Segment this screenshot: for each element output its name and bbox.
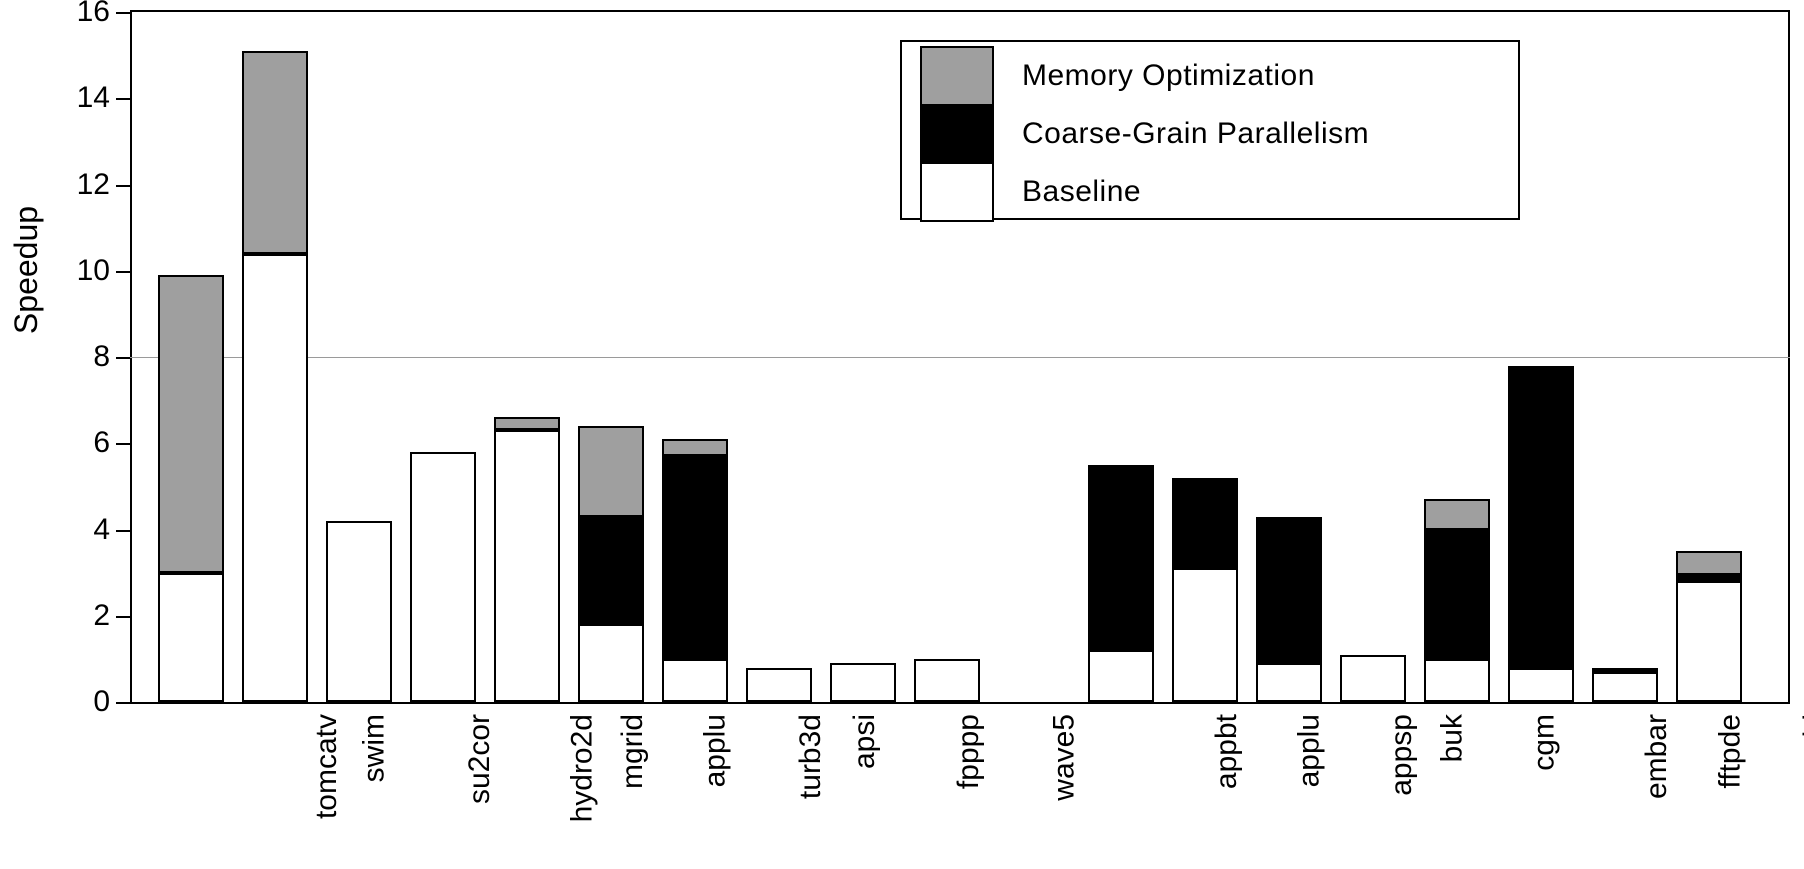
bar-segment-baseline [1340, 655, 1406, 702]
legend-row-baseline: Baseline [902, 162, 1518, 222]
x-category-label: applu [1292, 714, 1326, 787]
bar-segment-mem [1424, 499, 1490, 529]
x-category-label: fftpde [1714, 714, 1748, 789]
bar-segment-coarse [1424, 530, 1490, 659]
legend-label-baseline: Baseline [1022, 175, 1141, 209]
bar-segment-coarse [1172, 478, 1238, 569]
bar-segment-baseline [158, 573, 224, 702]
bar-segment-baseline [662, 659, 728, 702]
legend-swatch-mem [920, 46, 994, 106]
x-category-label: buk [1435, 714, 1469, 762]
bar-segment-baseline [1088, 650, 1154, 702]
legend-row-coarse: Coarse-Grain Parallelism [902, 104, 1518, 164]
axis-bottom-line [130, 702, 1790, 704]
bar-segment-baseline [1424, 659, 1490, 702]
bar-segment-baseline [1256, 663, 1322, 702]
x-category-label: fpppp [952, 714, 986, 789]
bar-segment-baseline [494, 430, 560, 702]
y-tick [116, 530, 130, 532]
y-tick-label: 4 [50, 513, 110, 547]
y-tick [116, 443, 130, 445]
bar-segment-baseline [326, 521, 392, 702]
bar-segment-baseline [1592, 672, 1658, 702]
x-category-label: tomcatv [310, 714, 344, 819]
bar-segment-mem [1676, 551, 1742, 575]
bar-segment-coarse [1256, 517, 1322, 664]
x-category-label: mgrid [1798, 714, 1804, 789]
bar-segment-baseline [1172, 568, 1238, 702]
x-category-label: embar [1640, 714, 1674, 799]
legend-swatch-baseline [920, 162, 994, 222]
y-tick-label: 0 [50, 685, 110, 719]
stacked-bar-chart: Speedup 0 2 4 6 8 10 12 14 16 tomcatv swim su2cor h… [0, 0, 1804, 869]
bar-segment-coarse [662, 456, 728, 659]
bar-segment-baseline [578, 624, 644, 702]
bar-segment-mem [158, 275, 224, 573]
y-tick-label: 8 [50, 340, 110, 374]
bar-segment-mem [578, 426, 644, 517]
bar-segment-baseline [746, 668, 812, 703]
bar-segment-baseline [242, 254, 308, 703]
bar-segment-mem [242, 51, 308, 254]
bar-segment-mem [662, 439, 728, 456]
y-axis-label: Speedup [8, 206, 45, 334]
y-tick-label: 14 [50, 81, 110, 115]
bar-segment-coarse [1676, 575, 1742, 581]
y-tick [116, 12, 130, 14]
bar-segment-baseline [914, 659, 980, 702]
y-tick [116, 185, 130, 187]
bar-segment-coarse [1088, 469, 1154, 650]
x-category-label: appsp [1385, 714, 1419, 796]
y-tick-label: 2 [50, 599, 110, 633]
legend-label-coarse: Coarse-Grain Parallelism [1022, 117, 1369, 151]
y-tick-label: 12 [50, 168, 110, 202]
y-tick [116, 357, 130, 359]
bar-segment-baseline [830, 663, 896, 702]
y-tick-label: 10 [50, 254, 110, 288]
y-tick-label: 6 [50, 426, 110, 460]
y-tick [116, 702, 130, 704]
legend-row-mem: Memory Optimization [902, 46, 1518, 106]
y-tick [116, 271, 130, 273]
legend-swatch-coarse [920, 104, 994, 164]
bar-segment-mem [494, 417, 560, 430]
x-category-label: swim [357, 714, 391, 782]
y-tick [116, 98, 130, 100]
x-category-label: hydro2d [565, 714, 599, 822]
bar-segment-baseline [1676, 581, 1742, 702]
bar-segment-coarse [1508, 366, 1574, 668]
bar-segment-baseline [1508, 668, 1574, 703]
x-category-label: apsi [848, 714, 882, 769]
bar-segment-baseline [410, 452, 476, 702]
bar-segment-mem [1592, 668, 1658, 672]
legend: Memory Optimization Coarse-Grain Paralle… [900, 40, 1520, 220]
x-category-label: applu [698, 714, 732, 787]
y-tick-label: 16 [50, 0, 110, 29]
x-category-label: appbt [1210, 714, 1244, 789]
x-category-label: turb3d [794, 714, 828, 799]
bar-segment-coarse [578, 517, 644, 625]
legend-label-mem: Memory Optimization [1022, 59, 1315, 93]
x-category-label: cgm [1528, 714, 1562, 771]
bar-segment-mem [1088, 465, 1154, 469]
x-category-label: mgrid [616, 714, 650, 789]
x-category-label: su2cor [463, 714, 497, 804]
x-category-label: wave5 [1048, 714, 1082, 801]
y-tick [116, 616, 130, 618]
